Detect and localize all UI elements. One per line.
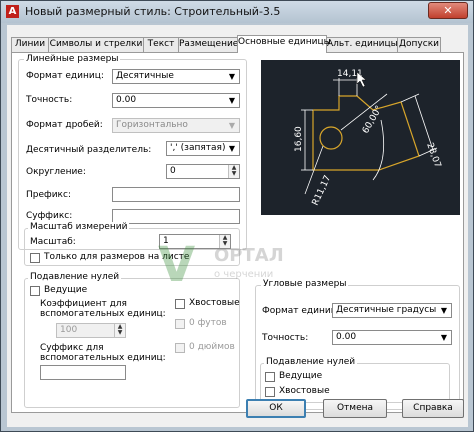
angular-unit-format-value: Десятичные градусы xyxy=(336,305,437,315)
chevron-down-icon: ▼ xyxy=(440,333,448,342)
dimension-preview: 14,11 16,60 28,07 60,00° R11,17 xyxy=(261,60,460,215)
sub-units-factor-label-1: Коэффициент для xyxy=(40,299,127,309)
window-title: Новый размерный стиль: Строительный-3.5 xyxy=(25,5,281,18)
zero-feet-label: 0 футов xyxy=(189,318,227,328)
sub-unit-suffix-label-1: Суффикс для xyxy=(40,343,104,353)
fraction-format-label: Формат дробей: xyxy=(26,120,103,130)
scale-factor-label: Масштаб: xyxy=(30,237,76,247)
decimal-separator-label: Десятичный разделитель: xyxy=(26,145,152,155)
preview-dim-angle: 60,00° xyxy=(361,104,385,135)
autocad-app-icon: A xyxy=(6,5,19,18)
angular-dimensions-title: Угловые размеры xyxy=(261,279,349,289)
ok-button[interactable]: ОК xyxy=(246,399,306,418)
precision-select[interactable]: 0.00 ▼ xyxy=(112,93,240,108)
tab-tolerances[interactable]: Допуски xyxy=(397,37,441,52)
tab-text[interactable]: Текст xyxy=(143,37,179,52)
layout-only-checkbox[interactable] xyxy=(30,253,40,263)
leading-zeros-checkbox[interactable] xyxy=(30,286,40,296)
sub-unit-suffix-label-2: вспомогательных единиц: xyxy=(40,353,166,363)
tab-alternate-units[interactable]: Альт. единицы xyxy=(326,37,398,52)
tab-lines[interactable]: Линии xyxy=(11,37,49,52)
chevron-down-icon: ▼ xyxy=(228,144,236,153)
tab-primary-units[interactable]: Основные единицы xyxy=(237,35,331,53)
spin-arrows-icon[interactable]: ▲ ▼ xyxy=(219,235,230,248)
scale-factor-input[interactable]: 1 ▲ ▼ xyxy=(159,234,231,249)
cancel-button[interactable]: Отмена xyxy=(323,399,387,418)
angular-trailing-zeros-label: Хвостовые xyxy=(279,386,330,396)
zero-suppression-angular-group xyxy=(260,363,450,403)
unit-format-label: Формат единиц: xyxy=(26,71,104,81)
dialog-window: A Новый размерный стиль: Строительный-3.… xyxy=(0,0,474,432)
angular-unit-format-label: Формат единиц: xyxy=(262,306,340,316)
prefix-input[interactable] xyxy=(112,187,240,202)
suffix-input[interactable] xyxy=(112,209,240,224)
close-button[interactable]: ✕ xyxy=(428,2,468,19)
title-bar[interactable]: A Новый размерный стиль: Строительный-3.… xyxy=(1,1,473,23)
dialog-client: Линии Символы и стрелки Текст Размещение… xyxy=(7,25,468,427)
unit-format-value: Десятичные xyxy=(116,71,174,81)
help-button[interactable]: Справка xyxy=(402,399,464,418)
unit-format-select[interactable]: Десятичные ▼ xyxy=(112,69,240,84)
preview-dim-radius: R11,17 xyxy=(311,174,334,207)
tab-strip: Линии Символы и стрелки Текст Размещение… xyxy=(11,35,467,53)
angular-unit-format-select[interactable]: Десятичные градусы ▼ xyxy=(332,303,452,318)
suffix-label: Суффикс: xyxy=(26,211,73,221)
zero-suppression-angular-title: Подавление нулей xyxy=(264,357,358,367)
zero-feet-checkbox[interactable] xyxy=(175,319,185,329)
chevron-down-icon: ▼ xyxy=(228,72,236,81)
decimal-separator-select[interactable]: ',' (запятая) ▼ xyxy=(166,141,240,156)
preview-drawing: 14,11 16,60 28,07 60,00° R11,17 xyxy=(294,69,442,207)
angular-precision-select[interactable]: 0.00 ▼ xyxy=(332,330,452,345)
tab-symbols-arrows[interactable]: Символы и стрелки xyxy=(48,37,144,52)
sub-units-factor-label-2: вспомогательных единиц: xyxy=(40,309,166,319)
angular-trailing-zeros-checkbox[interactable] xyxy=(265,387,275,397)
sub-unit-suffix-input[interactable] xyxy=(40,365,126,380)
prefix-label: Префикс: xyxy=(26,190,71,200)
chevron-down-icon: ▼ xyxy=(440,306,448,315)
preview-dim-right: 28,07 xyxy=(424,142,442,170)
round-off-label: Округление: xyxy=(26,167,86,177)
spin-arrows-icon[interactable]: ▲ ▼ xyxy=(114,324,125,337)
angular-precision-label: Точность: xyxy=(262,333,309,343)
round-off-input[interactable]: 0 ▲ ▼ xyxy=(166,164,240,179)
sub-units-factor-value: 100 xyxy=(60,325,78,335)
measurement-scale-title: Масштаб измерений xyxy=(28,222,130,232)
zero-suppression-linear-title: Подавление нулей xyxy=(28,272,122,282)
layout-only-label: Только для размеров на листе xyxy=(44,252,190,262)
precision-label: Точность: xyxy=(26,95,73,105)
spin-arrows-icon[interactable]: ▲ ▼ xyxy=(228,165,239,178)
angular-precision-value: 0.00 xyxy=(336,332,357,342)
trailing-zeros-label: Хвостовые xyxy=(189,298,240,308)
chevron-down-icon: ▼ xyxy=(228,121,236,130)
fraction-format-select[interactable]: Горизонтально ▼ xyxy=(112,118,240,133)
sub-units-factor-input[interactable]: 100 ▲ ▼ xyxy=(56,323,126,338)
leading-zeros-label: Ведущие xyxy=(44,285,88,295)
zero-inches-checkbox[interactable] xyxy=(175,343,185,353)
scale-factor-value: 1 xyxy=(163,236,169,246)
angular-leading-zeros-label: Ведущие xyxy=(279,371,323,381)
chevron-down-icon: ▼ xyxy=(228,96,236,105)
primary-units-page: Линейные размеры Формат единиц: Десятичн… xyxy=(11,52,464,413)
preview-dim-left: 16,60 xyxy=(294,126,304,152)
decimal-separator-value: ',' (запятая) xyxy=(170,143,226,153)
linear-dimensions-title: Линейные размеры xyxy=(24,54,121,64)
precision-value: 0.00 xyxy=(116,95,137,105)
round-off-value: 0 xyxy=(170,166,176,176)
angular-leading-zeros-checkbox[interactable] xyxy=(265,372,275,382)
fraction-format-value: Горизонтально xyxy=(116,120,188,130)
tab-fit[interactable]: Размещение xyxy=(178,37,238,52)
zero-inches-label: 0 дюймов xyxy=(189,342,235,352)
trailing-zeros-checkbox[interactable] xyxy=(175,299,185,309)
